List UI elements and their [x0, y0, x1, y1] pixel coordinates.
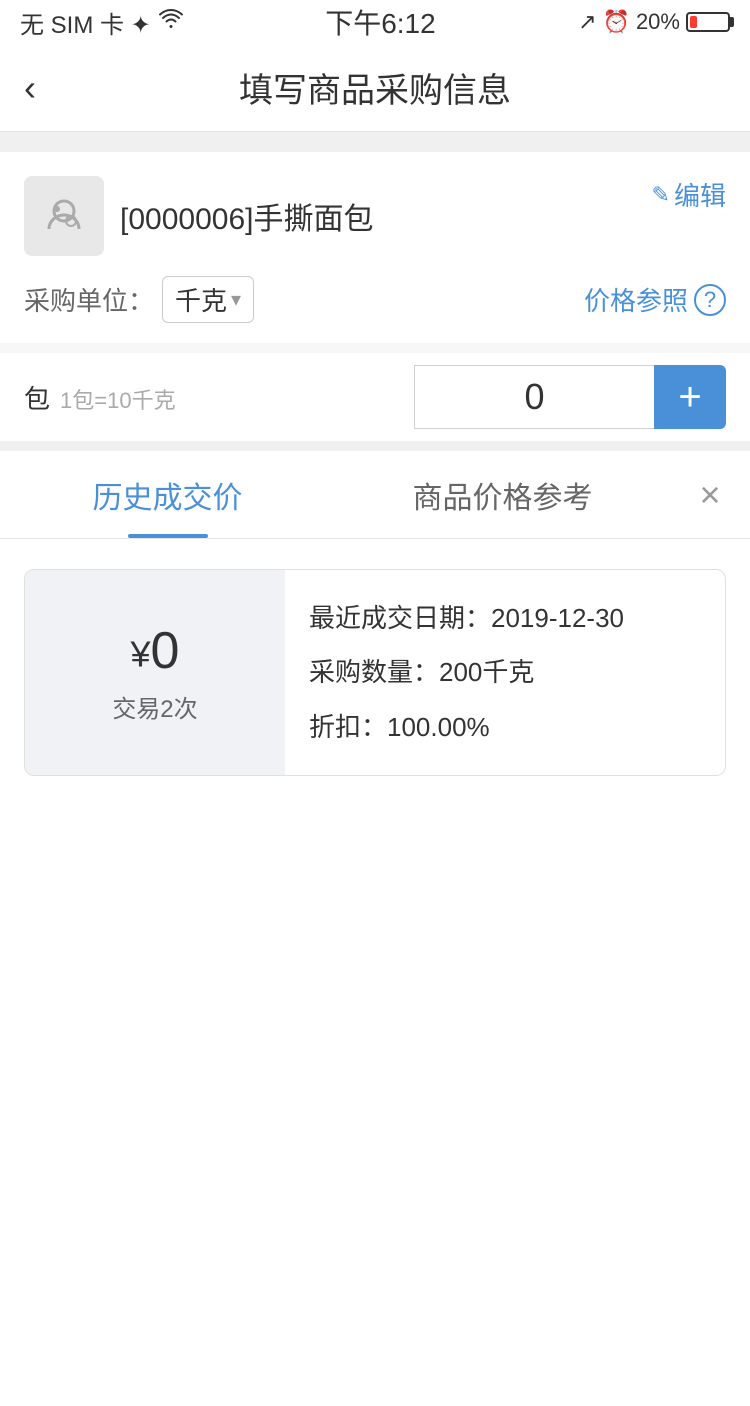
nav-bar: ‹ 填写商品采购信息 [0, 44, 750, 132]
battery-icon [686, 12, 730, 32]
sim-label: 无 SIM 卡 ✦ [20, 5, 151, 40]
quantity-input[interactable]: 0 [414, 365, 654, 429]
status-time: 下午6:12 [325, 2, 436, 42]
history-discount-row: 折扣：100.00% [309, 709, 701, 745]
date-value: 2019-12-30 [491, 603, 624, 633]
quantity-value: 0 [524, 376, 544, 418]
tabs-header: 历史成交价 商品价格参考 × [0, 451, 750, 539]
qty-label: 采购数量： [309, 657, 439, 687]
edit-icon: ✎ [652, 182, 670, 208]
battery-fill [690, 16, 697, 28]
bottom-fill [0, 806, 750, 1406]
date-label: 最近成交日期： [309, 603, 491, 633]
help-icon: ? [694, 284, 726, 316]
product-card: [0000006]手撕面包 ✎ 编辑 采购单位： 千克 ▾ 价格参照 ? [0, 152, 750, 343]
history-card: ¥0 交易2次 最近成交日期：2019-12-30 采购数量：200千克 折扣：… [24, 569, 726, 776]
quantity-plus-button[interactable]: + [654, 365, 726, 429]
edit-button[interactable]: ✎ 编辑 [652, 176, 726, 213]
history-qty-row: 采购数量：200千克 [309, 654, 701, 690]
chevron-down-icon: ▾ [231, 287, 241, 312]
tabs-panel: 历史成交价 商品价格参考 × ¥0 交易2次 最近成交日期：2019-12-30 [0, 451, 750, 806]
unit-value: 千克 [175, 281, 227, 318]
status-bar: 无 SIM 卡 ✦ 下午6:12 ↗ ⏰ 20% [0, 0, 750, 44]
product-thumbnail [24, 176, 104, 256]
quantity-left: 包 1包=10千克 [24, 379, 176, 416]
pkg-unit-icon: 包 [24, 379, 50, 416]
qty-value: 200千克 [439, 657, 534, 687]
product-top: [0000006]手撕面包 ✎ 编辑 [24, 176, 726, 256]
discount-label: 折扣： [309, 712, 387, 742]
unit-label: 采购单位： 千克 ▾ [24, 276, 254, 323]
alarm-icon: ⏰ [603, 9, 630, 35]
plus-icon: + [678, 375, 701, 420]
wifi-icon [159, 8, 183, 36]
price-symbol: ¥ [131, 633, 151, 674]
edit-label: 编辑 [674, 176, 726, 213]
section-divider [0, 343, 750, 353]
tabs-close-button[interactable]: × [670, 474, 750, 516]
history-card-left: ¥0 交易2次 [25, 570, 285, 775]
close-icon: × [699, 474, 720, 516]
price-ref-button[interactable]: 价格参照 ? [584, 281, 726, 318]
history-date-row: 最近成交日期：2019-12-30 [309, 600, 701, 636]
product-unit-row: 采购单位： 千克 ▾ 价格参照 ? [24, 276, 726, 323]
product-left: [0000006]手撕面包 [24, 176, 373, 256]
back-button[interactable]: ‹ [24, 67, 36, 109]
status-right: ↗ ⏰ 20% [578, 9, 730, 35]
quantity-row: 包 1包=10千克 0 + [0, 353, 750, 441]
location-icon: ↗ [578, 9, 596, 35]
price-value: 0 [151, 622, 180, 680]
discount-value: 100.00% [387, 712, 490, 742]
history-card-right: 最近成交日期：2019-12-30 采购数量：200千克 折扣：100.00% [285, 570, 725, 775]
unit-select[interactable]: 千克 ▾ [162, 276, 254, 323]
battery-percent: 20% [636, 9, 680, 35]
status-left: 无 SIM 卡 ✦ [20, 5, 183, 40]
history-price: ¥0 [131, 621, 180, 681]
tab-history-price[interactable]: 历史成交价 [0, 451, 335, 538]
tab-price-ref-label: 商品价格参考 [413, 473, 593, 517]
tab-active-indicator [128, 534, 208, 538]
price-ref-label: 价格参照 [584, 281, 688, 318]
tab-history-label: 历史成交价 [93, 473, 243, 517]
pkg-hint: 1包=10千克 [60, 383, 176, 415]
back-icon: ‹ [24, 67, 36, 108]
tab-price-reference[interactable]: 商品价格参考 [335, 451, 670, 538]
history-trade-times: 交易2次 [112, 689, 197, 724]
page-title: 填写商品采购信息 [239, 63, 511, 112]
product-name: [0000006]手撕面包 [120, 194, 373, 238]
quantity-controls: 0 + [414, 365, 726, 429]
history-content: ¥0 交易2次 最近成交日期：2019-12-30 采购数量：200千克 折扣：… [0, 539, 750, 806]
